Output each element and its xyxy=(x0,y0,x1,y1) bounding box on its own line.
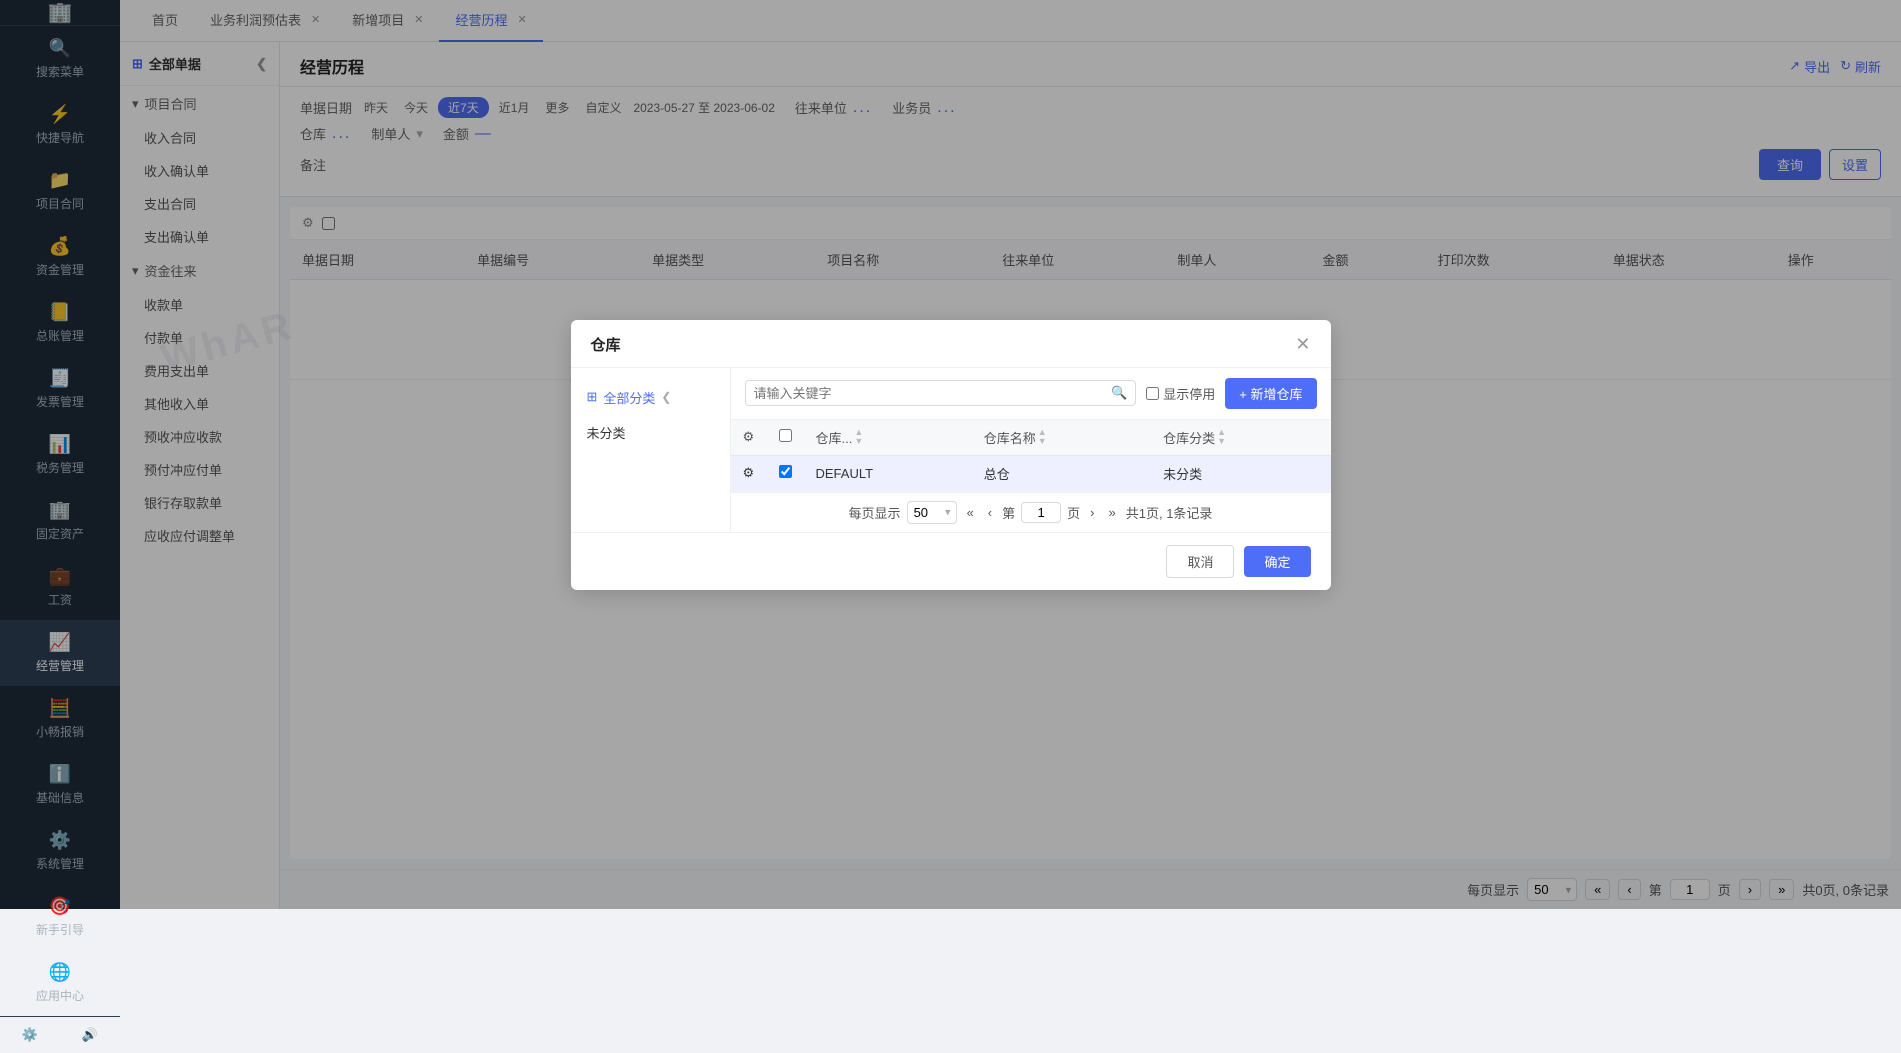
search-icon: 🔍 xyxy=(1111,385,1127,401)
modal-col-gear: ⚙ xyxy=(731,420,767,456)
modal-search-input[interactable] xyxy=(754,386,1106,401)
modal-table-wrap: ⚙ 仓库... ▲▼ xyxy=(731,420,1331,492)
modal-footer: 取消 确定 xyxy=(571,532,1331,590)
modal-row-name: 总仓 xyxy=(972,455,1151,491)
modal-select-all[interactable] xyxy=(779,429,792,442)
modal-table: ⚙ 仓库... ▲▼ xyxy=(731,420,1331,492)
cancel-button[interactable]: 取消 xyxy=(1166,545,1234,578)
confirm-button[interactable]: 确定 xyxy=(1244,546,1310,577)
modal-row-category: 未分类 xyxy=(1151,455,1330,491)
sidebar-bottom: ⚙️ 🔊 xyxy=(0,1016,120,1053)
modal-page-label-before: 第 xyxy=(1002,503,1015,522)
modal-row-checkbox xyxy=(767,455,804,491)
modal-row-gear: ⚙ xyxy=(731,455,767,491)
modal-first-page-btn[interactable]: « xyxy=(963,503,978,522)
add-warehouse-button[interactable]: + 新增仓库 xyxy=(1225,378,1316,409)
modal-search-box[interactable]: 🔍 xyxy=(745,380,1137,406)
show-disabled-checkbox[interactable] xyxy=(1146,387,1159,400)
volume-icon[interactable]: 🔊 xyxy=(82,1027,98,1043)
modal-col-name: 仓库名称 ▲▼ xyxy=(972,420,1151,456)
modal-current-page-input[interactable] xyxy=(1021,502,1061,523)
modal-left-panel: ⊞ 全部分类 ❮ 未分类 xyxy=(571,368,731,532)
modal-right-panel: 🔍 显示停用 + 新增仓库 ⚙ xyxy=(731,368,1331,532)
modal-header: 仓库 ✕ xyxy=(571,320,1331,368)
modal-close-button[interactable]: ✕ xyxy=(1295,335,1310,353)
modal-page-label-after: 页 xyxy=(1067,503,1080,522)
modal-per-page-label: 每页显示 xyxy=(849,503,901,522)
collapse-icon[interactable]: ❮ xyxy=(661,390,671,404)
modal-left-all-categories[interactable]: ⊞ 全部分类 ❮ xyxy=(571,380,730,415)
modal-col-checkbox xyxy=(767,420,804,456)
modal-col-code: 仓库... ▲▼ xyxy=(804,420,972,456)
modal-last-page-btn[interactable]: » xyxy=(1105,503,1120,522)
modal-table-header-row: ⚙ 仓库... ▲▼ xyxy=(731,420,1331,456)
modal-total-label: 共1页, 1条记录 xyxy=(1126,503,1213,522)
modal-title: 仓库 xyxy=(591,334,621,355)
modal-pagination: 每页显示 50 100 « ‹ 第 页 › » 共1页, 1条记录 xyxy=(731,492,1331,532)
show-disabled-checkbox-label[interactable]: 显示停用 xyxy=(1146,384,1215,403)
modal-row-select[interactable] xyxy=(779,465,792,478)
modal-table-row[interactable]: ⚙ DEFAULT 总仓 未分类 xyxy=(731,455,1331,491)
modal-col-category: 仓库分类 ▲▼ xyxy=(1151,420,1330,456)
sidebar-item-app-center[interactable]: 🌐 应用中心 xyxy=(0,950,120,1016)
modal-toolbar: 🔍 显示停用 + 新增仓库 xyxy=(731,368,1331,420)
modal-row-code: DEFAULT xyxy=(804,455,972,491)
modal-per-page-select-wrap[interactable]: 50 100 xyxy=(907,501,957,524)
settings-icon[interactable]: ⚙️ xyxy=(22,1027,38,1043)
modal-body: ⊞ 全部分类 ❮ 未分类 🔍 显示停用 xyxy=(571,368,1331,532)
modal-overlay: 仓库 ✕ ⊞ 全部分类 ❮ 未分类 xyxy=(0,0,1901,909)
modal-prev-page-btn[interactable]: ‹ xyxy=(984,503,996,522)
warehouse-modal: 仓库 ✕ ⊞ 全部分类 ❮ 未分类 xyxy=(571,320,1331,590)
app-center-icon: 🌐 xyxy=(49,962,71,983)
modal-next-page-btn[interactable]: › xyxy=(1086,503,1098,522)
modal-left-unclassified[interactable]: 未分类 xyxy=(571,415,730,450)
grid-icon2: ⊞ xyxy=(587,389,598,405)
modal-per-page-select[interactable]: 50 100 xyxy=(907,501,957,524)
